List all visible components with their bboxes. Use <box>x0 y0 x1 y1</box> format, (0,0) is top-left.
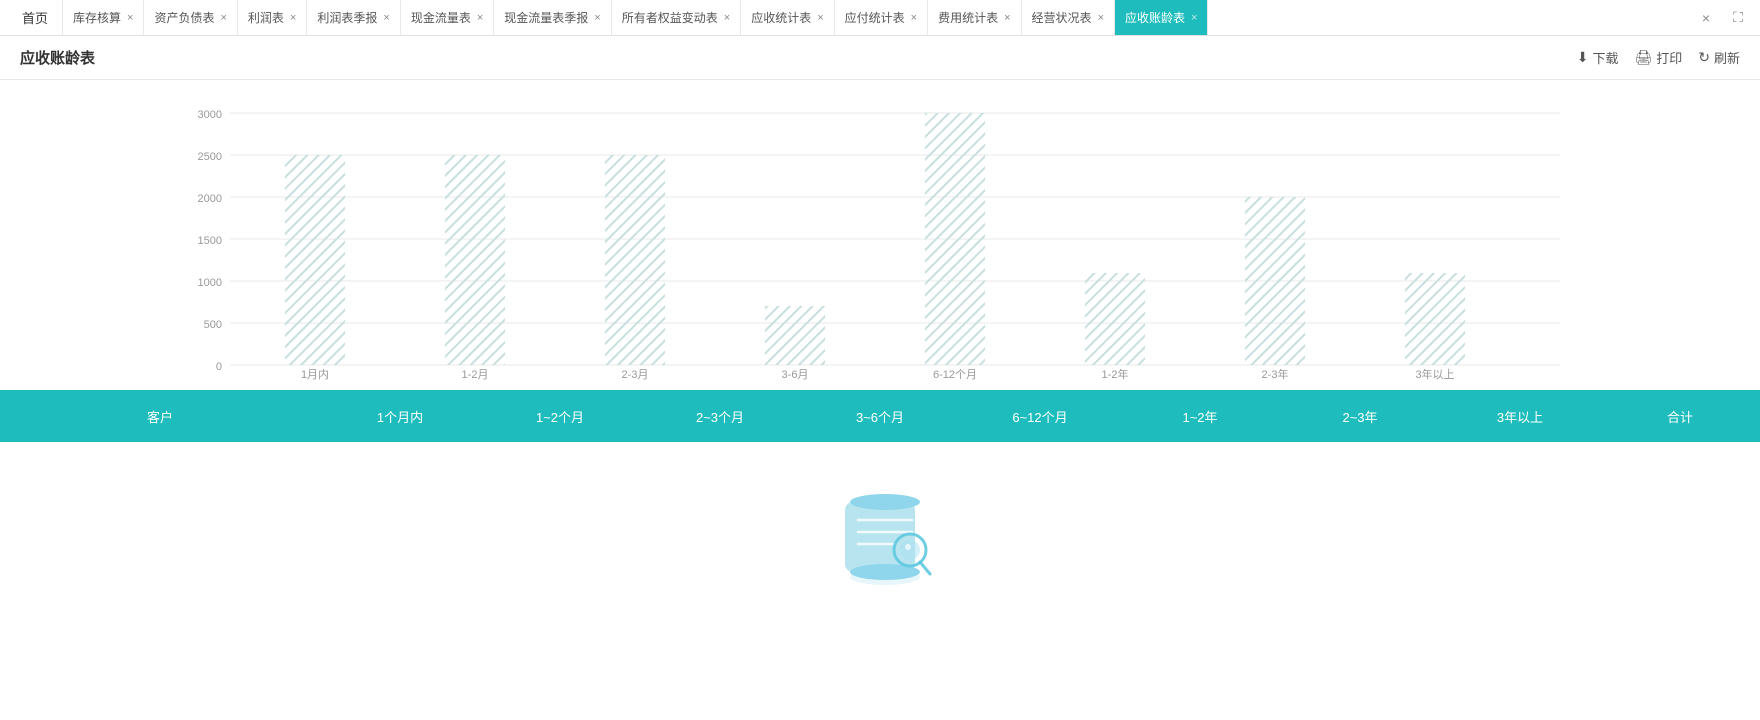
col-header-1-2m: 1~2个月 <box>480 407 640 426</box>
empty-state <box>0 442 1760 622</box>
empty-state-svg <box>820 482 950 592</box>
close-icon[interactable]: × <box>127 12 133 24</box>
svg-text:1-2月: 1-2月 <box>462 369 489 380</box>
bar-1-2月 <box>445 155 505 365</box>
refresh-button[interactable]: ↻ 刷新 <box>1698 48 1740 67</box>
svg-text:500: 500 <box>204 319 222 331</box>
page-title: 应收账龄表 <box>20 47 95 68</box>
download-icon: ⬇ <box>1577 49 1589 66</box>
close-icon[interactable]: × <box>383 12 389 24</box>
tab-profit-loss-label: 利润表 <box>248 9 284 26</box>
close-icon[interactable]: × <box>1191 12 1197 24</box>
close-icon[interactable]: × <box>1004 12 1010 24</box>
svg-text:6-12个月: 6-12个月 <box>933 368 977 380</box>
tab-bar-controls: × ⛶ <box>1692 4 1752 32</box>
svg-text:2500: 2500 <box>198 151 222 163</box>
svg-text:2000: 2000 <box>198 193 222 205</box>
maximize-window-button[interactable]: ⛶ <box>1724 4 1752 32</box>
tab-cash-flow-quarterly-label: 现金流量表季报 <box>504 9 588 26</box>
chart-container: 0 500 1000 1500 2000 2500 3000 <box>40 100 1720 380</box>
svg-text:2-3月: 2-3月 <box>622 369 649 380</box>
bar-1月内 <box>285 155 345 365</box>
svg-text:3年以上: 3年以上 <box>1415 367 1454 380</box>
tab-ap-stats-label: 应付统计表 <box>845 9 905 26</box>
tab-cash-flow-label: 现金流量表 <box>411 9 471 26</box>
print-button[interactable]: 🖨 打印 <box>1634 48 1682 67</box>
header-actions: ⬇ 下载 🖨 打印 ↻ 刷新 <box>1577 48 1740 67</box>
col-header-3-6m: 3~6个月 <box>800 407 960 426</box>
empty-illustration <box>820 482 940 582</box>
tab-cash-flow[interactable]: 现金流量表 × <box>401 0 494 36</box>
tab-ar-aging-label: 应收账龄表 <box>1125 9 1185 26</box>
close-icon[interactable]: × <box>817 12 823 24</box>
svg-text:0: 0 <box>216 361 222 373</box>
home-tab-label: 首页 <box>22 8 48 27</box>
tab-balance-sheet-label: 资产负债表 <box>154 9 214 26</box>
col-header-total: 合计 <box>1600 407 1760 426</box>
tab-operations-label: 经营状况表 <box>1032 9 1092 26</box>
close-icon[interactable]: × <box>594 12 600 24</box>
close-window-button[interactable]: × <box>1692 4 1720 32</box>
tab-home[interactable]: 首页 <box>8 0 63 36</box>
tab-inventory-label: 库存核算 <box>73 9 121 26</box>
tab-ar-stats-label: 应收统计表 <box>751 9 811 26</box>
close-icon[interactable]: × <box>290 12 296 24</box>
data-table-header: 客户 1个月内 1~2个月 2~3个月 3~6个月 6~12个月 1~2年 2~… <box>0 390 1760 442</box>
tab-balance-sheet[interactable]: 资产负债表 × <box>144 0 237 36</box>
bar-chart-svg: 0 500 1000 1500 2000 2500 3000 <box>40 100 1720 380</box>
tab-equity-changes-label: 所有者权益变动表 <box>622 9 718 26</box>
col-header-1-2y: 1~2年 <box>1120 407 1280 426</box>
chart-area: 0 500 1000 1500 2000 2500 3000 <box>0 80 1760 390</box>
download-button[interactable]: ⬇ 下载 <box>1577 48 1619 67</box>
bar-3年以上 <box>1405 273 1465 365</box>
svg-text:1000: 1000 <box>198 277 222 289</box>
bar-2-3年 <box>1245 197 1305 365</box>
col-header-3y-plus: 3年以上 <box>1440 407 1600 426</box>
tab-ar-stats[interactable]: 应收统计表 × <box>741 0 834 36</box>
tab-ar-aging[interactable]: 应收账龄表 × <box>1115 0 1208 36</box>
close-icon[interactable]: × <box>1098 12 1104 24</box>
tab-operations[interactable]: 经营状况表 × <box>1022 0 1115 36</box>
bar-6-12月 <box>925 113 985 365</box>
col-header-customer: 客户 <box>0 407 320 426</box>
tab-profit-quarterly[interactable]: 利润表季报 × <box>307 0 400 36</box>
print-icon: 🖨 <box>1634 49 1652 66</box>
bar-3-6月 <box>765 306 825 365</box>
bar-1-2年 <box>1085 273 1145 365</box>
svg-text:1-2年: 1-2年 <box>1102 367 1129 380</box>
close-icon[interactable]: × <box>220 12 226 24</box>
col-header-1m: 1个月内 <box>320 407 480 426</box>
svg-text:1月内: 1月内 <box>301 367 329 380</box>
col-header-2-3m: 2~3个月 <box>640 407 800 426</box>
tab-inventory[interactable]: 库存核算 × <box>63 0 144 36</box>
tab-equity-changes[interactable]: 所有者权益变动表 × <box>612 0 741 36</box>
tab-profit-loss[interactable]: 利润表 × <box>238 0 307 36</box>
page-header: 应收账龄表 ⬇ 下载 🖨 打印 ↻ 刷新 <box>0 36 1760 80</box>
refresh-icon: ↻ <box>1698 49 1710 66</box>
tab-profit-quarterly-label: 利润表季报 <box>317 9 377 26</box>
close-icon[interactable]: × <box>911 12 917 24</box>
tab-ap-stats[interactable]: 应付统计表 × <box>835 0 928 36</box>
svg-text:1500: 1500 <box>198 235 222 247</box>
svg-text:3-6月: 3-6月 <box>782 369 809 380</box>
svg-text:2-3年: 2-3年 <box>1262 367 1289 380</box>
tab-bar: 首页 库存核算 × 资产负债表 × 利润表 × 利润表季报 × 现金流量表 × … <box>0 0 1760 36</box>
close-icon[interactable]: × <box>477 12 483 24</box>
col-header-6-12m: 6~12个月 <box>960 407 1120 426</box>
close-icon[interactable]: × <box>724 12 730 24</box>
tab-expense-stats-label: 费用统计表 <box>938 9 998 26</box>
main-content: 0 500 1000 1500 2000 2500 3000 <box>0 80 1760 720</box>
bar-2-3月 <box>605 155 665 365</box>
tab-cash-flow-quarterly[interactable]: 现金流量表季报 × <box>494 0 611 36</box>
col-header-2-3y: 2~3年 <box>1280 407 1440 426</box>
tab-expense-stats[interactable]: 费用统计表 × <box>928 0 1021 36</box>
svg-text:3000: 3000 <box>198 109 222 121</box>
